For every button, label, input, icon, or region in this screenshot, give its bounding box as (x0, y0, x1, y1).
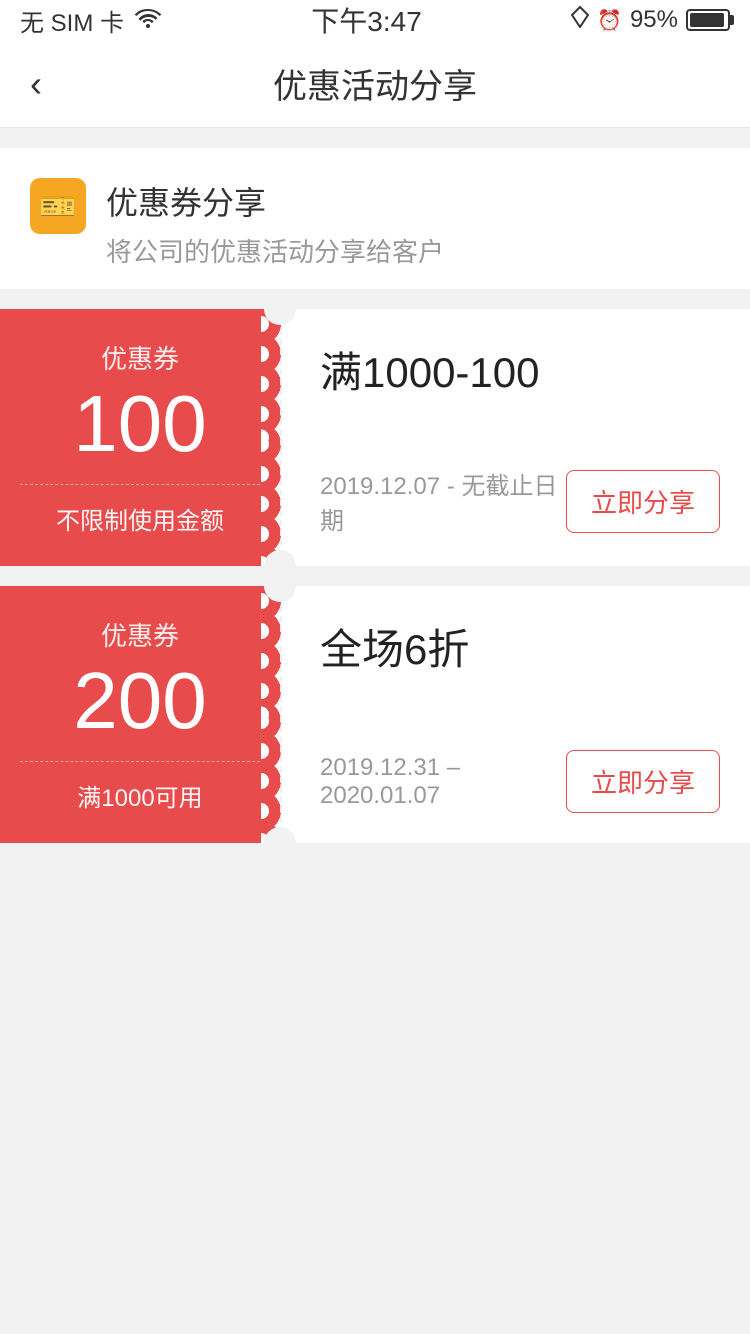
coupon-divider-1 (20, 761, 260, 762)
section-text: 优惠券分享 将公司的优惠活动分享给客户 (106, 178, 444, 269)
wifi-icon (134, 6, 162, 35)
coupon-date-1: 2019.12.31 – 2020.01.07 (320, 754, 566, 810)
section-icon: 🎫 (30, 178, 86, 234)
coupon-date-0: 2019.12.07 - 无截止日期 (320, 466, 566, 536)
section-title: 优惠券分享 (106, 178, 444, 224)
coupon-right-1: 全场6折 2019.12.31 – 2020.01.07 立即分享 (280, 586, 750, 843)
status-bar: 无 SIM 卡 下午3:47 ⏰ 95% (0, 0, 750, 40)
share-button-0[interactable]: 立即分享 (566, 470, 720, 533)
time-label: 下午3:47 (311, 0, 422, 40)
coupon-list: 优惠券 100 不限制使用金额 满1000-100 2019.12.07 - 无… (0, 309, 750, 843)
share-button-1[interactable]: 立即分享 (566, 750, 720, 813)
coupon-condition-1: 满1000可用 (77, 778, 202, 813)
coupon-label-0: 优惠券 (101, 339, 179, 376)
coupon-name-0: 满1000-100 (320, 339, 720, 400)
carrier-label: 无 SIM 卡 (20, 3, 124, 38)
coupon-left-1: 优惠券 200 满1000可用 (0, 586, 280, 843)
coupon-separator-0 (280, 309, 282, 566)
coupon-right-0: 满1000-100 2019.12.07 - 无截止日期 立即分享 (280, 309, 750, 566)
nav-title: 优惠活动分享 (273, 59, 477, 108)
coupon-value-1: 200 (73, 661, 206, 741)
coupon-separator-1 (280, 586, 282, 843)
battery-percent: 95% (630, 6, 678, 34)
battery-icon (686, 9, 730, 31)
coupon-name-1: 全场6折 (320, 616, 720, 677)
status-left: 无 SIM 卡 (20, 3, 162, 38)
location-icon (571, 6, 589, 35)
coupon-value-0: 100 (73, 384, 206, 464)
status-right: ⏰ 95% (571, 6, 730, 35)
nav-bar: ‹ 优惠活动分享 (0, 40, 750, 128)
section-subtitle: 将公司的优惠活动分享给客户 (106, 232, 444, 269)
coupon-condition-0: 不限制使用金额 (56, 501, 224, 536)
coupon-card-0: 优惠券 100 不限制使用金额 满1000-100 2019.12.07 - 无… (0, 309, 750, 566)
coupon-divider-0 (20, 484, 260, 485)
coupon-notch-top-1 (264, 570, 296, 602)
coupon-label-1: 优惠券 (101, 616, 179, 653)
back-button[interactable]: ‹ (30, 66, 42, 102)
coupon-notch-top-0 (264, 293, 296, 325)
section-header: 🎫 优惠券分享 将公司的优惠活动分享给客户 (0, 148, 750, 289)
coupon-left-0: 优惠券 100 不限制使用金额 (0, 309, 280, 566)
coupon-bottom-row-1: 2019.12.31 – 2020.01.07 立即分享 (320, 750, 720, 813)
alarm-icon: ⏰ (597, 8, 622, 33)
coupon-notch-bottom-1 (264, 827, 296, 859)
coupon-card-1: 优惠券 200 满1000可用 全场6折 2019.12.31 – 2020.0… (0, 586, 750, 843)
coupon-bottom-row-0: 2019.12.07 - 无截止日期 立即分享 (320, 466, 720, 536)
